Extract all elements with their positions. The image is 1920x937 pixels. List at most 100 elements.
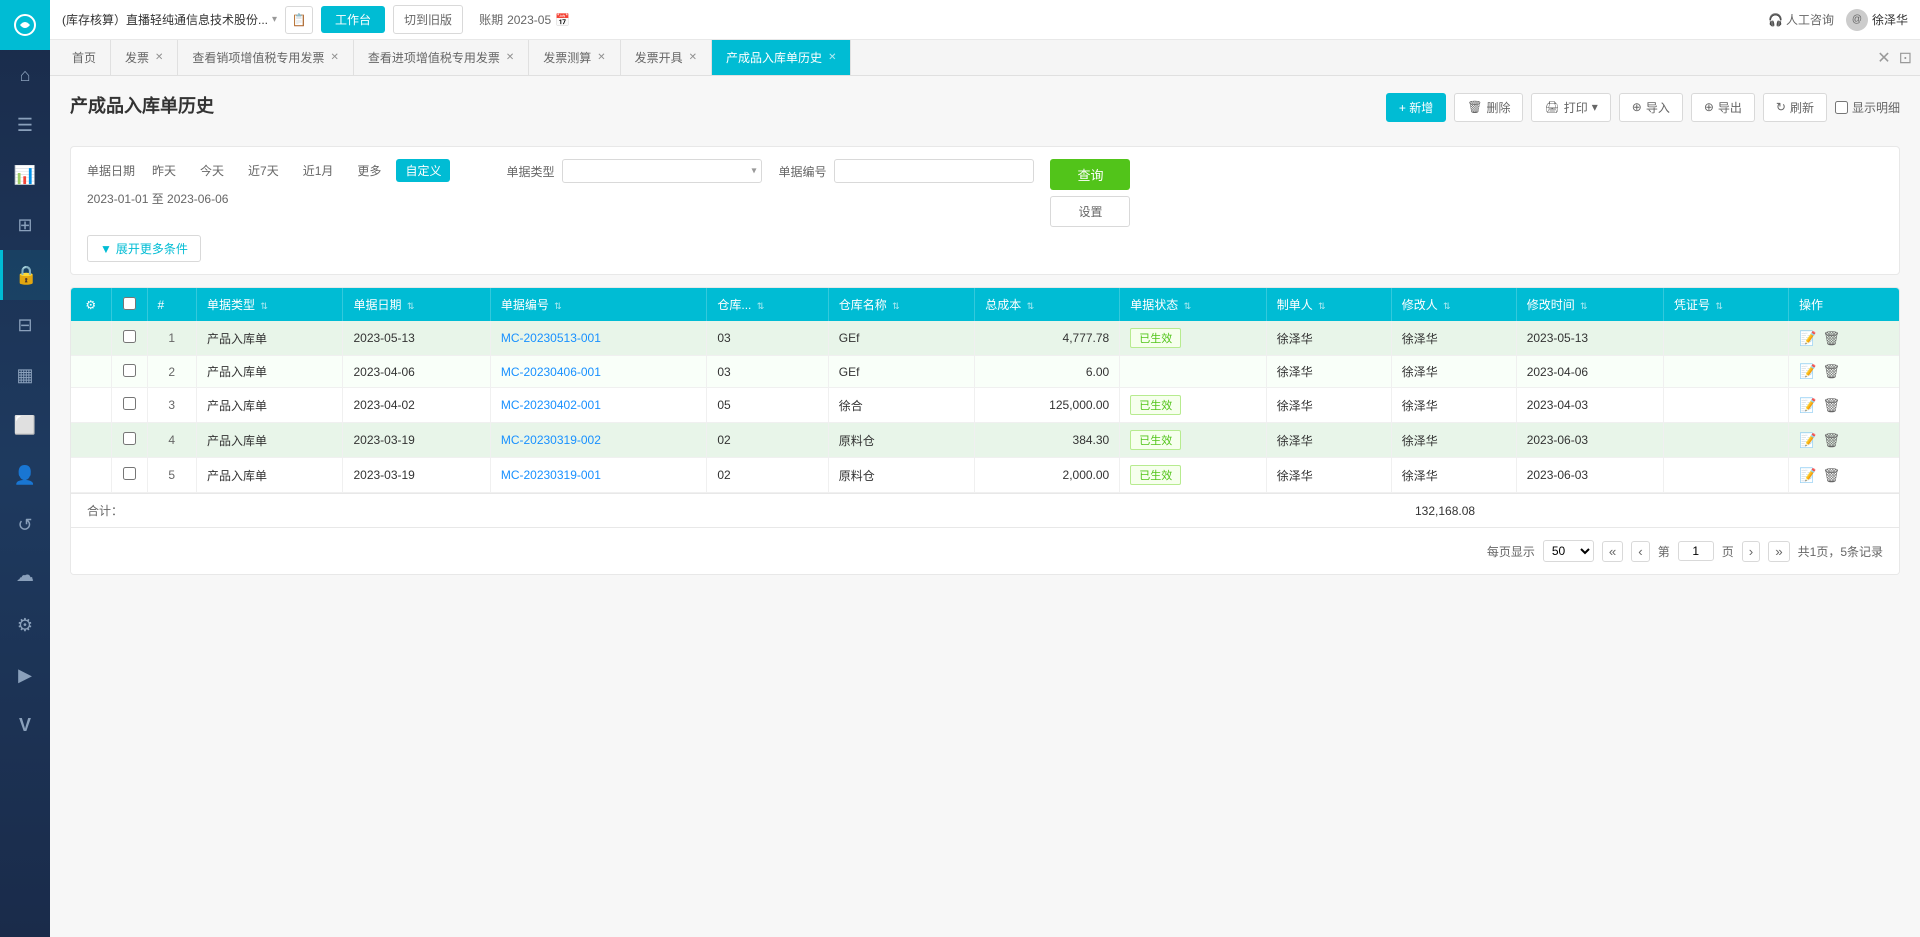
delete-icon-1[interactable]: 🗑 [1822, 363, 1840, 380]
td-checkbox[interactable] [111, 388, 147, 423]
th-warehouse-code[interactable]: 仓库... ⇅ [707, 288, 828, 321]
first-page-button[interactable]: « [1602, 541, 1623, 562]
next-page-button[interactable]: › [1742, 541, 1760, 562]
tabsbar-close-all[interactable]: ✕ [1877, 48, 1890, 68]
switch-version-button[interactable]: 切到旧版 [393, 5, 463, 34]
print-button[interactable]: 🖨 打印 ▾ [1531, 93, 1610, 122]
doc-number-link[interactable]: MC-20230406-001 [501, 365, 601, 379]
td-number[interactable]: MC-20230319-001 [490, 458, 707, 493]
td-checkbox[interactable] [111, 423, 147, 458]
doc-number-link[interactable]: MC-20230402-001 [501, 398, 601, 412]
user-menu[interactable]: @ 徐泽华 [1846, 9, 1908, 31]
select-all-checkbox[interactable] [123, 297, 136, 310]
tab-invoice-calc-close[interactable]: ✕ [597, 52, 605, 63]
calendar-icon[interactable]: 📅 [555, 13, 570, 27]
sidebar-item-doc[interactable]: ☰ [0, 100, 50, 150]
tab-product-history[interactable]: 产成品入库单历史 ✕ [712, 40, 851, 76]
refresh-button[interactable]: ↻ 刷新 [1763, 93, 1827, 122]
edit-icon-0[interactable]: 📝 [1799, 330, 1816, 347]
per-page-select[interactable]: 50 100 200 [1543, 540, 1594, 562]
workbench-button[interactable]: 工作台 [321, 6, 385, 33]
edit-icon-4[interactable]: 📝 [1799, 467, 1816, 484]
tab-invoice-close[interactable]: ✕ [155, 52, 163, 63]
tab-invoice[interactable]: 发票 ✕ [111, 40, 178, 76]
service-button[interactable]: 🎧 人工咨询 [1768, 11, 1834, 28]
sidebar-item-grid[interactable]: ⊟ [0, 300, 50, 350]
th-number[interactable]: 单据编号 ⇅ [490, 288, 707, 321]
th-voucher[interactable]: 凭证号 ⇅ [1664, 288, 1789, 321]
delete-icon-0[interactable]: 🗑 [1822, 330, 1840, 347]
th-settings[interactable]: ⚙ [71, 288, 111, 321]
doc-number-link[interactable]: MC-20230319-001 [501, 468, 601, 482]
export-button[interactable]: ⊕ 导出 [1691, 93, 1755, 122]
sidebar-item-chart[interactable]: 📊 [0, 150, 50, 200]
td-checkbox[interactable] [111, 356, 147, 388]
edit-icon-2[interactable]: 📝 [1799, 397, 1816, 414]
th-type[interactable]: 单据类型 ⇅ [197, 288, 343, 321]
td-number[interactable]: MC-20230406-001 [490, 356, 707, 388]
tab-product-history-close[interactable]: ✕ [828, 52, 836, 63]
filter-date-more[interactable]: 更多 [348, 159, 390, 182]
edit-icon-1[interactable]: 📝 [1799, 363, 1816, 380]
tab-invoice-calc[interactable]: 发票测算 ✕ [529, 40, 620, 76]
filter-date-custom[interactable]: 自定义 [396, 159, 450, 182]
th-date[interactable]: 单据日期 ⇅ [343, 288, 490, 321]
td-checkbox[interactable] [111, 321, 147, 356]
edit-icon-3[interactable]: 📝 [1799, 432, 1816, 449]
sidebar-item-box[interactable]: ⬜ [0, 400, 50, 450]
row-checkbox-1[interactable] [123, 364, 136, 377]
tab-home[interactable]: 首页 [58, 40, 111, 76]
sidebar-item-home[interactable]: ⌂ [0, 50, 50, 100]
tab-invoice-open[interactable]: 发票开具 ✕ [621, 40, 712, 76]
filter-setting-button[interactable]: 设置 [1050, 196, 1130, 227]
sidebar-item-cloud[interactable]: ☁ [0, 550, 50, 600]
th-total-cost[interactable]: 总成本 ⇅ [975, 288, 1120, 321]
th-status[interactable]: 单据状态 ⇅ [1120, 288, 1266, 321]
td-number[interactable]: MC-20230402-001 [490, 388, 707, 423]
prev-page-button[interactable]: ‹ [1631, 541, 1649, 562]
sidebar-item-cycle[interactable]: ↺ [0, 500, 50, 550]
show-detail-toggle[interactable]: 显示明细 [1835, 99, 1900, 116]
sidebar-item-stack[interactable]: ⊞ [0, 200, 50, 250]
delete-icon-4[interactable]: 🗑 [1822, 467, 1840, 484]
sidebar-item-person[interactable]: 👤 [0, 450, 50, 500]
current-page-input[interactable] [1678, 541, 1714, 561]
doc-icon[interactable]: 📋 [285, 6, 313, 34]
row-checkbox-4[interactable] [123, 467, 136, 480]
tab-vat-sales[interactable]: 查看销项增值税专用发票 ✕ [178, 40, 353, 76]
sidebar-item-v[interactable]: V [0, 700, 50, 750]
doc-number-link[interactable]: MC-20230319-002 [501, 433, 601, 447]
th-creator[interactable]: 制单人 ⇅ [1266, 288, 1391, 321]
sidebar-item-lock[interactable]: 🔒 [0, 250, 50, 300]
company-selector[interactable]: (库存核算）直播轻纯通信息技术股份... ▾ [62, 11, 277, 28]
filter-date-today[interactable]: 今天 [191, 159, 233, 182]
th-modifier[interactable]: 修改人 ⇅ [1391, 288, 1516, 321]
td-number[interactable]: MC-20230513-001 [490, 321, 707, 356]
th-warehouse-name[interactable]: 仓库名称 ⇅ [828, 288, 974, 321]
th-checkbox[interactable] [111, 288, 147, 321]
sidebar-item-table[interactable]: ▦ [0, 350, 50, 400]
tab-vat-purchase-close[interactable]: ✕ [506, 52, 514, 63]
last-page-button[interactable]: » [1768, 541, 1789, 562]
tab-vat-purchase[interactable]: 查看进项增值税专用发票 ✕ [354, 40, 529, 76]
td-number[interactable]: MC-20230319-002 [490, 423, 707, 458]
query-button[interactable]: 查询 [1050, 159, 1130, 190]
filter-expand-button[interactable]: ▼ 展开更多条件 [87, 235, 201, 262]
sidebar-item-play[interactable]: ▶ [0, 650, 50, 700]
row-checkbox-0[interactable] [123, 330, 136, 343]
new-button[interactable]: + 新增 [1386, 93, 1446, 122]
show-detail-checkbox[interactable] [1835, 101, 1848, 114]
delete-icon-3[interactable]: 🗑 [1822, 432, 1840, 449]
delete-button[interactable]: 🗑 删除 [1454, 93, 1523, 122]
delete-icon-2[interactable]: 🗑 [1822, 397, 1840, 414]
import-button[interactable]: ⊕ 导入 [1619, 93, 1683, 122]
row-checkbox-3[interactable] [123, 432, 136, 445]
doc-number-link[interactable]: MC-20230513-001 [501, 331, 601, 345]
tab-vat-sales-close[interactable]: ✕ [330, 52, 338, 63]
filter-date-yesterday[interactable]: 昨天 [143, 159, 185, 182]
filter-type-select[interactable] [562, 159, 762, 183]
row-checkbox-2[interactable] [123, 397, 136, 410]
filter-number-input[interactable] [834, 159, 1034, 183]
tab-invoice-open-close[interactable]: ✕ [689, 52, 697, 63]
filter-date-7days[interactable]: 近7天 [239, 159, 288, 182]
